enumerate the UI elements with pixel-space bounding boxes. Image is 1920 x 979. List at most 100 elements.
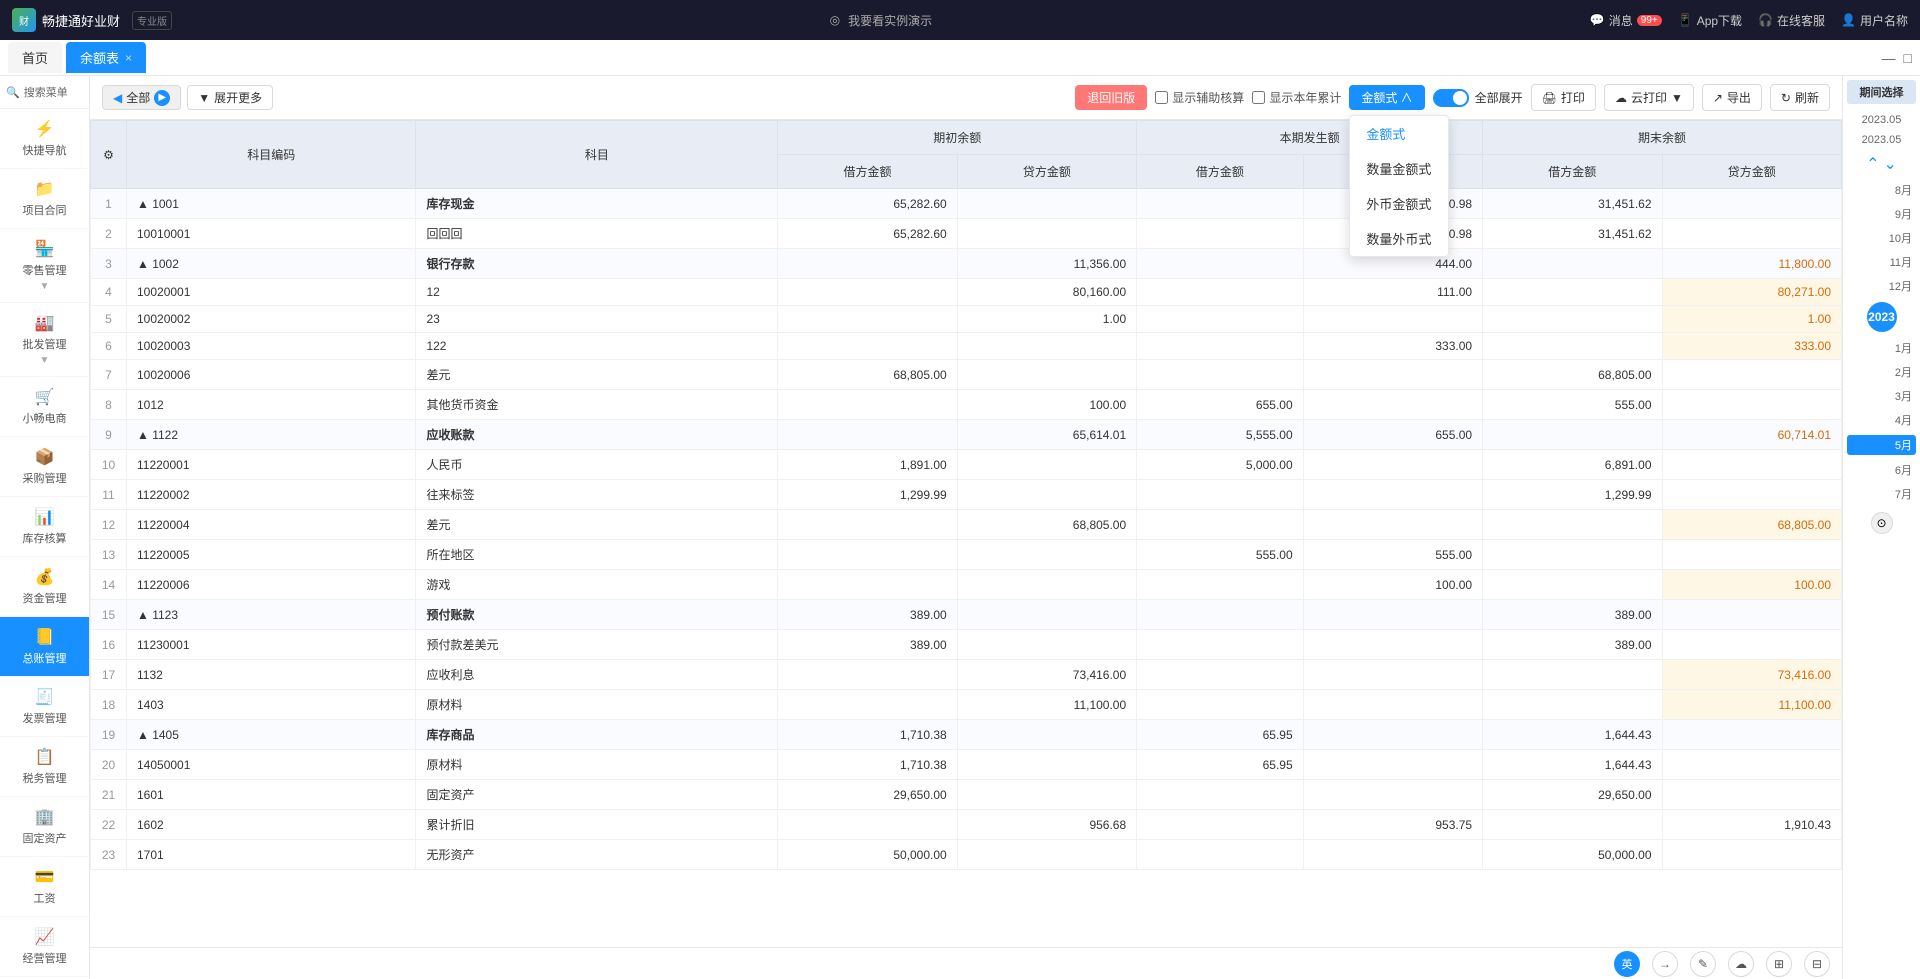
sidebar-item-ledger[interactable]: 📒 总账管理 — [0, 617, 89, 677]
sidebar-item-wholesale[interactable]: 🏭 批发管理 ▼ — [0, 303, 89, 377]
table-row[interactable]: 14 11220006 游戏 100.00 100.00 — [91, 570, 1842, 600]
sidebar-item-ops[interactable]: 📈 经营管理 — [0, 917, 89, 977]
period-5[interactable]: 5月 — [1847, 435, 1916, 455]
row-code[interactable]: 10020001 — [127, 279, 416, 306]
table-row[interactable]: 15 ▲ 1123 预付账款 389.00 389.00 — [91, 600, 1842, 630]
period-10[interactable]: 10月 — [1847, 228, 1916, 248]
window-maximize[interactable]: □ — [1904, 50, 1912, 66]
row-code[interactable]: ▲ 1002 — [127, 249, 416, 279]
expand-btn[interactable]: ▼ 展开更多 — [187, 85, 273, 110]
show-ytd-input[interactable] — [1252, 91, 1265, 104]
row-subject[interactable]: 人民币 — [416, 450, 778, 480]
table-row[interactable]: 10 11220001 人民币 1,891.00 5,000.00 6,891.… — [91, 450, 1842, 480]
row-code[interactable]: 10020003 — [127, 333, 416, 360]
row-code[interactable]: 1602 — [127, 810, 416, 840]
table-row[interactable]: 22 1602 累计折旧 956.68 953.75 1,910.43 — [91, 810, 1842, 840]
row-code[interactable]: 1403 — [127, 690, 416, 720]
cloud-print-btn[interactable]: ☁ 云打印 ▼ — [1604, 84, 1694, 111]
period-12[interactable]: 12月 — [1847, 276, 1916, 296]
row-code[interactable]: 1012 — [127, 390, 416, 420]
row-subject[interactable]: 12 — [416, 279, 778, 306]
row-subject[interactable]: 预付款差美元 — [416, 630, 778, 660]
sidebar-item-tax[interactable]: 📋 税务管理 — [0, 737, 89, 797]
online-service-btn[interactable]: 🎧 在线客服 — [1758, 12, 1825, 29]
period-3[interactable]: 3月 — [1847, 386, 1916, 406]
table-row[interactable]: 11 11220002 往来标签 1,299.99 1,299.99 — [91, 480, 1842, 510]
row-subject[interactable]: 无形资产 — [416, 840, 778, 870]
row-code[interactable]: 1132 — [127, 660, 416, 690]
back-btn[interactable]: 退回旧版 — [1075, 85, 1147, 110]
export-btn[interactable]: ↗ 导出 — [1702, 84, 1762, 111]
period-up-arrow[interactable]: ⌃ — [1866, 154, 1879, 174]
dropdown-item-3[interactable]: 数量外币式 — [1350, 221, 1448, 256]
row-subject[interactable]: 原材料 — [416, 750, 778, 780]
row-code[interactable]: 1701 — [127, 840, 416, 870]
table-row[interactable]: 18 1403 原材料 11,100.00 11,100.00 — [91, 690, 1842, 720]
sidebar-item-inventory[interactable]: 📊 库存核算 — [0, 497, 89, 557]
print-btn[interactable]: 🖨 打印 — [1531, 84, 1596, 111]
row-code[interactable]: 11220005 — [127, 540, 416, 570]
row-subject[interactable]: 回回回 — [416, 219, 778, 249]
toggle-switch[interactable] — [1433, 89, 1469, 107]
table-row[interactable]: 3 ▲ 1002 银行存款 11,356.00 444.00 11,800.00 — [91, 249, 1842, 279]
user-avatar[interactable]: 👤 用户名称 — [1841, 12, 1908, 29]
row-code[interactable]: 11220002 — [127, 480, 416, 510]
row-subject[interactable]: 所在地区 — [416, 540, 778, 570]
row-code[interactable]: 10020006 — [127, 360, 416, 390]
dropdown-item-0[interactable]: 金额式 — [1350, 116, 1448, 151]
row-code[interactable]: 14050001 — [127, 750, 416, 780]
table-row[interactable]: 13 11220005 所在地区 555.00 555.00 — [91, 540, 1842, 570]
show-assist-input[interactable] — [1155, 91, 1168, 104]
row-code[interactable]: 10010001 — [127, 219, 416, 249]
show-ytd-checkbox[interactable]: 显示本年累计 — [1252, 89, 1341, 106]
arrow-btn[interactable]: → — [1652, 951, 1678, 977]
table-row[interactable]: 20 14050001 原材料 1,710.38 65.95 1,644.43 — [91, 750, 1842, 780]
grid-btn[interactable]: ⊞ — [1766, 951, 1792, 977]
period-collapse-btn[interactable]: ⊙ — [1871, 512, 1893, 534]
sidebar-item-assets[interactable]: 🏢 固定资产 — [0, 797, 89, 857]
period-6[interactable]: 6月 — [1847, 460, 1916, 480]
row-code[interactable]: ▲ 1001 — [127, 189, 416, 219]
row-code[interactable]: 11230001 — [127, 630, 416, 660]
row-subject[interactable]: 库存现金 — [416, 189, 778, 219]
dropdown-item-1[interactable]: 数量金额式 — [1350, 151, 1448, 186]
period-year-2023[interactable]: 2023 — [1867, 302, 1897, 332]
table-row[interactable]: 23 1701 无形资产 50,000.00 50,000.00 — [91, 840, 1842, 870]
window-minimize[interactable]: — — [1882, 50, 1896, 66]
tab-close-icon[interactable]: × — [125, 51, 132, 65]
sidebar-item-project[interactable]: 📁 项目合同 — [0, 169, 89, 229]
period-2[interactable]: 2月 — [1847, 362, 1916, 382]
period-1[interactable]: 1月 — [1847, 338, 1916, 358]
sidebar-item-retail[interactable]: 🏪 零售管理 ▼ — [0, 229, 89, 303]
sidebar-item-quick-nav[interactable]: ⚡ 快捷导航 — [0, 109, 89, 169]
table-row[interactable]: 17 1132 应收利息 73,416.00 73,416.00 — [91, 660, 1842, 690]
tab-balance[interactable]: 余额表 × — [66, 42, 146, 73]
row-subject[interactable]: 固定资产 — [416, 780, 778, 810]
breadcrumb-btn[interactable]: ◀ 全部 ▶ — [102, 85, 181, 110]
refresh-btn[interactable]: ↻ 刷新 — [1770, 84, 1830, 111]
sidebar-item-invoice[interactable]: 🧾 发票管理 — [0, 677, 89, 737]
table-row[interactable]: 9 ▲ 1122 应收账款 65,614.01 5,555.00 655.00 … — [91, 420, 1842, 450]
sidebar-search[interactable]: 🔍 搜索菜单 — [0, 76, 89, 109]
row-subject[interactable]: 累计折旧 — [416, 810, 778, 840]
chat-btn[interactable]: 英 — [1614, 951, 1640, 977]
row-subject[interactable]: 银行存款 — [416, 249, 778, 279]
sidebar-item-ecommerce[interactable]: 🛒 小畅电商 — [0, 377, 89, 437]
table-row[interactable]: 1 ▲ 1001 库存现金 65,282.60 33,830.98 31,451… — [91, 189, 1842, 219]
demo-text[interactable]: 我要看实例演示 — [848, 12, 932, 29]
period-down-arrow-2[interactable]: ⌄ — [1884, 154, 1897, 174]
period-9[interactable]: 9月 — [1847, 204, 1916, 224]
table-row[interactable]: 19 ▲ 1405 库存商品 1,710.38 65.95 1,644.43 — [91, 720, 1842, 750]
row-code[interactable]: ▲ 1122 — [127, 420, 416, 450]
row-subject[interactable]: 往来标签 — [416, 480, 778, 510]
cloud-btn[interactable]: ☁ — [1728, 951, 1754, 977]
row-subject[interactable]: 游戏 — [416, 570, 778, 600]
table-row[interactable]: 8 1012 其他货币资金 100.00 655.00 555.00 — [91, 390, 1842, 420]
table-row[interactable]: 4 10020001 12 80,160.00 111.00 80,271.00 — [91, 279, 1842, 306]
mode-btn[interactable]: 金额式 ∧ — [1349, 85, 1424, 110]
period-7[interactable]: 7月 — [1847, 484, 1916, 504]
row-code[interactable]: 10020002 — [127, 306, 416, 333]
col-settings-header[interactable]: ⚙ — [91, 121, 127, 189]
sidebar-item-payroll[interactable]: 💳 工资 — [0, 857, 89, 917]
settings-gear-icon[interactable]: ⚙ — [103, 148, 114, 162]
